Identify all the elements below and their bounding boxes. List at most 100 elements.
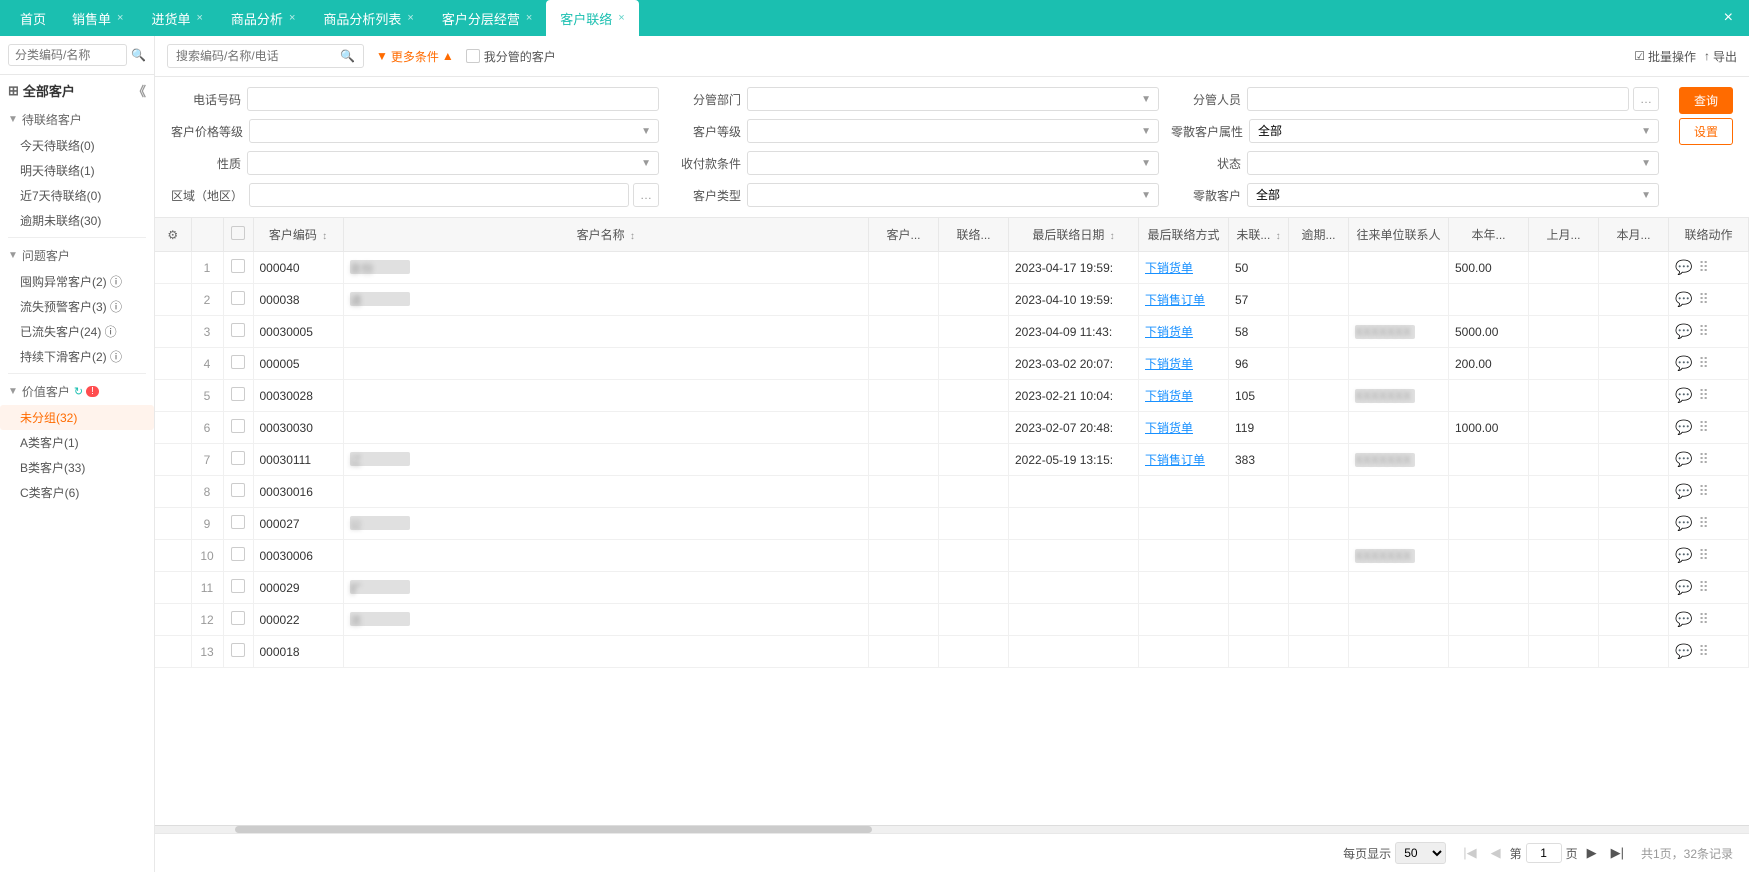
- sidebar-search-input[interactable]: [8, 44, 127, 66]
- sidebar-collapse-icon[interactable]: 《: [133, 81, 146, 100]
- more-icon[interactable]: ⠿: [1698, 291, 1708, 308]
- sidebar-item-class-c[interactable]: C类客户(6): [0, 480, 154, 505]
- th-thisyear[interactable]: 本年...: [1449, 218, 1529, 252]
- row-checkbox[interactable]: [231, 547, 245, 561]
- filter-search-icon[interactable]: 🔍: [340, 49, 355, 63]
- more-icon[interactable]: ⠿: [1698, 259, 1708, 276]
- row-checkbox[interactable]: [231, 483, 245, 497]
- row-checkbox[interactable]: [231, 323, 245, 337]
- td-checkbox[interactable]: [223, 444, 253, 476]
- sidebar-item-class-b[interactable]: B类客户(33): [0, 455, 154, 480]
- nav-tab-purchase-close[interactable]: ×: [196, 12, 202, 24]
- contact-icon[interactable]: 💬: [1675, 355, 1692, 372]
- nav-tab-analysis-close[interactable]: ×: [289, 12, 295, 24]
- row-checkbox[interactable]: [231, 419, 245, 433]
- th-last-date[interactable]: 最后联络日期 ↕: [1009, 218, 1139, 252]
- filter-cust-type-select[interactable]: [747, 183, 1159, 207]
- nav-tab-customer-mgmt[interactable]: 客户分层经营 ×: [428, 0, 546, 36]
- page-input[interactable]: [1526, 843, 1562, 863]
- contact-icon[interactable]: 💬: [1675, 259, 1692, 276]
- sidebar-item-overdue[interactable]: 逾期未联络(30): [0, 208, 154, 233]
- filter-nature-select[interactable]: [247, 151, 659, 175]
- last-method-link[interactable]: 下销货单: [1145, 357, 1193, 371]
- sidebar-item-lost[interactable]: 已流失客户(24) ⓘ: [0, 319, 154, 344]
- more-icon[interactable]: ⠿: [1698, 451, 1708, 468]
- close-all-tabs[interactable]: ×: [1716, 9, 1741, 27]
- reset-button[interactable]: 设置: [1679, 118, 1733, 145]
- nav-tab-sales[interactable]: 销售单 ×: [58, 0, 137, 36]
- nav-tab-customer-contact[interactable]: 客户联络 ×: [546, 0, 638, 36]
- contact-icon[interactable]: 💬: [1675, 291, 1692, 308]
- sidebar-search-icon[interactable]: 🔍: [131, 48, 146, 62]
- more-icon[interactable]: ⠿: [1698, 611, 1708, 628]
- row-checkbox[interactable]: [231, 643, 245, 657]
- th-checkbox[interactable]: [223, 218, 253, 252]
- row-checkbox[interactable]: [231, 259, 245, 273]
- more-icon[interactable]: ⠿: [1698, 483, 1708, 500]
- filter-retail-attr-select[interactable]: 全部: [1249, 119, 1659, 143]
- nav-tab-analysis[interactable]: 商品分析 ×: [217, 0, 309, 36]
- more-icon[interactable]: ⠿: [1698, 579, 1708, 596]
- gear-icon[interactable]: ⚙: [167, 228, 178, 242]
- sidebar-item-today[interactable]: 今天待联络(0): [0, 133, 154, 158]
- nav-tab-analysis-list-close[interactable]: ×: [407, 12, 413, 24]
- nav-tab-analysis-list[interactable]: 商品分析列表 ×: [309, 0, 427, 36]
- td-checkbox[interactable]: [223, 412, 253, 444]
- th-type[interactable]: 客户...: [869, 218, 939, 252]
- header-checkbox[interactable]: [231, 226, 245, 240]
- nav-tab-purchase[interactable]: 进货单 ×: [137, 0, 216, 36]
- th-gear[interactable]: ⚙: [155, 218, 191, 252]
- more-icon[interactable]: ⠿: [1698, 515, 1708, 532]
- sidebar-item-7days[interactable]: 近7天待联络(0): [0, 183, 154, 208]
- horizontal-scrollbar[interactable]: [155, 825, 1749, 833]
- contact-icon[interactable]: 💬: [1675, 419, 1692, 436]
- first-page-btn[interactable]: |◀: [1458, 843, 1481, 863]
- td-checkbox[interactable]: [223, 316, 253, 348]
- filter-dept-select[interactable]: [747, 87, 1159, 111]
- td-checkbox[interactable]: [223, 604, 253, 636]
- prev-page-btn[interactable]: ◀: [1486, 843, 1506, 863]
- td-checkbox[interactable]: [223, 508, 253, 540]
- nav-tab-customer-contact-close[interactable]: ×: [618, 12, 624, 24]
- more-icon[interactable]: ⠿: [1698, 419, 1708, 436]
- row-checkbox[interactable]: [231, 355, 245, 369]
- th-name[interactable]: 客户名称 ↕: [343, 218, 869, 252]
- filter-phone-input[interactable]: [247, 87, 659, 111]
- sidebar-item-ungroup[interactable]: 未分组(32): [0, 405, 154, 430]
- filter-payment-select[interactable]: [747, 151, 1159, 175]
- filter-price-grade-select[interactable]: [249, 119, 659, 143]
- td-checkbox[interactable]: [223, 380, 253, 412]
- query-button[interactable]: 查询: [1679, 87, 1733, 114]
- last-method-link[interactable]: 下销货单: [1145, 325, 1193, 339]
- filter-retail-cust-select[interactable]: 全部: [1247, 183, 1659, 207]
- more-icon[interactable]: ⠿: [1698, 323, 1708, 340]
- th-thismonth[interactable]: 本月...: [1599, 218, 1669, 252]
- more-icon[interactable]: ⠿: [1698, 355, 1708, 372]
- batch-op-btn[interactable]: ☑ 批量操作: [1634, 48, 1696, 65]
- more-conditions-btn[interactable]: ▼ 更多条件 ▲: [376, 48, 454, 65]
- sidebar-all-customers[interactable]: ⊞ 全部客户 《: [0, 75, 154, 106]
- td-checkbox[interactable]: [223, 540, 253, 572]
- filter-region-ellipsis[interactable]: …: [633, 183, 659, 207]
- row-checkbox[interactable]: [231, 579, 245, 593]
- sidebar-item-abnormal[interactable]: 囤购异常客户(2) ⓘ: [0, 269, 154, 294]
- row-checkbox[interactable]: [231, 387, 245, 401]
- code-sort-icon[interactable]: ↕: [322, 231, 327, 242]
- nav-home[interactable]: 首页: [8, 9, 58, 28]
- contact-icon[interactable]: 💬: [1675, 643, 1692, 660]
- next-page-btn[interactable]: ▶: [1582, 843, 1602, 863]
- contact-icon[interactable]: 💬: [1675, 547, 1692, 564]
- td-checkbox[interactable]: [223, 284, 253, 316]
- contact-icon[interactable]: 💬: [1675, 387, 1692, 404]
- filter-region-input[interactable]: [249, 183, 629, 207]
- filter-person-ellipsis[interactable]: …: [1633, 87, 1659, 111]
- td-checkbox[interactable]: [223, 476, 253, 508]
- page-size-select[interactable]: 50 100 200: [1395, 842, 1446, 864]
- th-contact[interactable]: 联络...: [939, 218, 1009, 252]
- filter-customer-grade-select[interactable]: [747, 119, 1159, 143]
- th-code[interactable]: 客户编码 ↕: [253, 218, 343, 252]
- sidebar-group-pending[interactable]: ▼ 待联络客户: [0, 106, 154, 133]
- td-checkbox[interactable]: [223, 252, 253, 284]
- name-sort-icon[interactable]: ↕: [630, 231, 635, 242]
- filter-status-select[interactable]: [1247, 151, 1659, 175]
